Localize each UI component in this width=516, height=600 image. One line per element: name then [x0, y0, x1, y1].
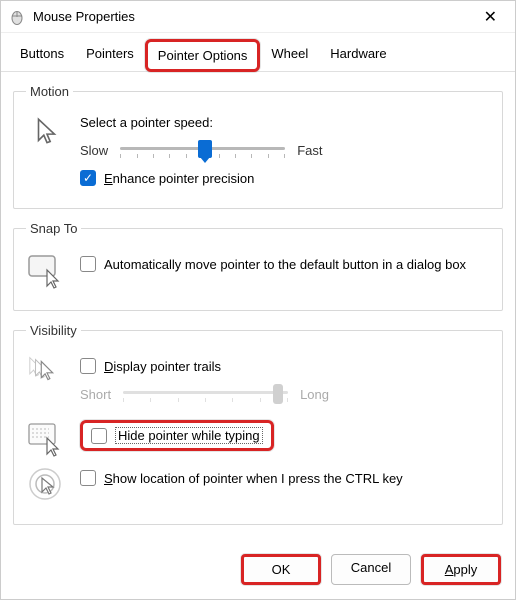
speed-slider[interactable]	[120, 138, 285, 162]
trails-label[interactable]: Display pointer trails	[104, 359, 221, 374]
long-label: Long	[300, 387, 329, 402]
trails-slider	[123, 382, 288, 406]
snapto-legend: Snap To	[26, 221, 81, 236]
ok-button[interactable]: OK	[241, 554, 321, 585]
visibility-group: Visibility Display pointer trails	[13, 323, 503, 525]
trails-checkbox[interactable]	[80, 358, 96, 374]
content-area: Motion Select a pointer speed: Slow	[1, 72, 515, 544]
snapto-icon	[26, 252, 68, 292]
trails-icon	[26, 354, 68, 386]
hide-typing-icon	[26, 420, 68, 460]
tab-buttons[interactable]: Buttons	[9, 39, 75, 71]
visibility-legend: Visibility	[26, 323, 81, 338]
mouse-properties-window: Mouse Properties ✕ Buttons Pointers Poin…	[0, 0, 516, 600]
tab-wheel[interactable]: Wheel	[260, 39, 319, 71]
enhance-precision-checkbox[interactable]	[80, 170, 96, 186]
apply-button[interactable]: Apply	[421, 554, 501, 585]
motion-legend: Motion	[26, 84, 73, 99]
window-title: Mouse Properties	[33, 9, 474, 24]
snapto-label[interactable]: Automatically move pointer to the defaul…	[104, 257, 466, 272]
show-ctrl-checkbox[interactable]	[80, 470, 96, 486]
hide-typing-checkbox[interactable]	[91, 428, 107, 444]
footer-buttons: OK Cancel Apply	[1, 544, 515, 599]
tab-hardware[interactable]: Hardware	[319, 39, 397, 71]
show-ctrl-label[interactable]: Show location of pointer when I press th…	[104, 471, 403, 486]
tabs: Buttons Pointers Pointer Options Wheel H…	[1, 33, 515, 72]
tab-pointers[interactable]: Pointers	[75, 39, 145, 71]
snapto-group: Snap To Automatically move pointer to th…	[13, 221, 503, 311]
hide-typing-highlight: Hide pointer while typing	[80, 420, 274, 451]
tab-pointer-options[interactable]: Pointer Options	[145, 39, 261, 72]
ctrl-locate-icon	[26, 466, 68, 506]
cancel-button[interactable]: Cancel	[331, 554, 411, 585]
close-button[interactable]: ✕	[474, 3, 507, 31]
enhance-precision-label[interactable]: Enhance pointer precision	[104, 171, 254, 186]
slow-label: Slow	[80, 143, 108, 158]
mouse-icon	[9, 9, 25, 25]
titlebar: Mouse Properties ✕	[1, 1, 515, 33]
pointer-icon	[26, 115, 68, 149]
short-label: Short	[80, 387, 111, 402]
speed-label: Select a pointer speed:	[80, 115, 490, 130]
motion-group: Motion Select a pointer speed: Slow	[13, 84, 503, 209]
snapto-checkbox[interactable]	[80, 256, 96, 272]
fast-label: Fast	[297, 143, 322, 158]
hide-typing-label[interactable]: Hide pointer while typing	[115, 427, 263, 444]
